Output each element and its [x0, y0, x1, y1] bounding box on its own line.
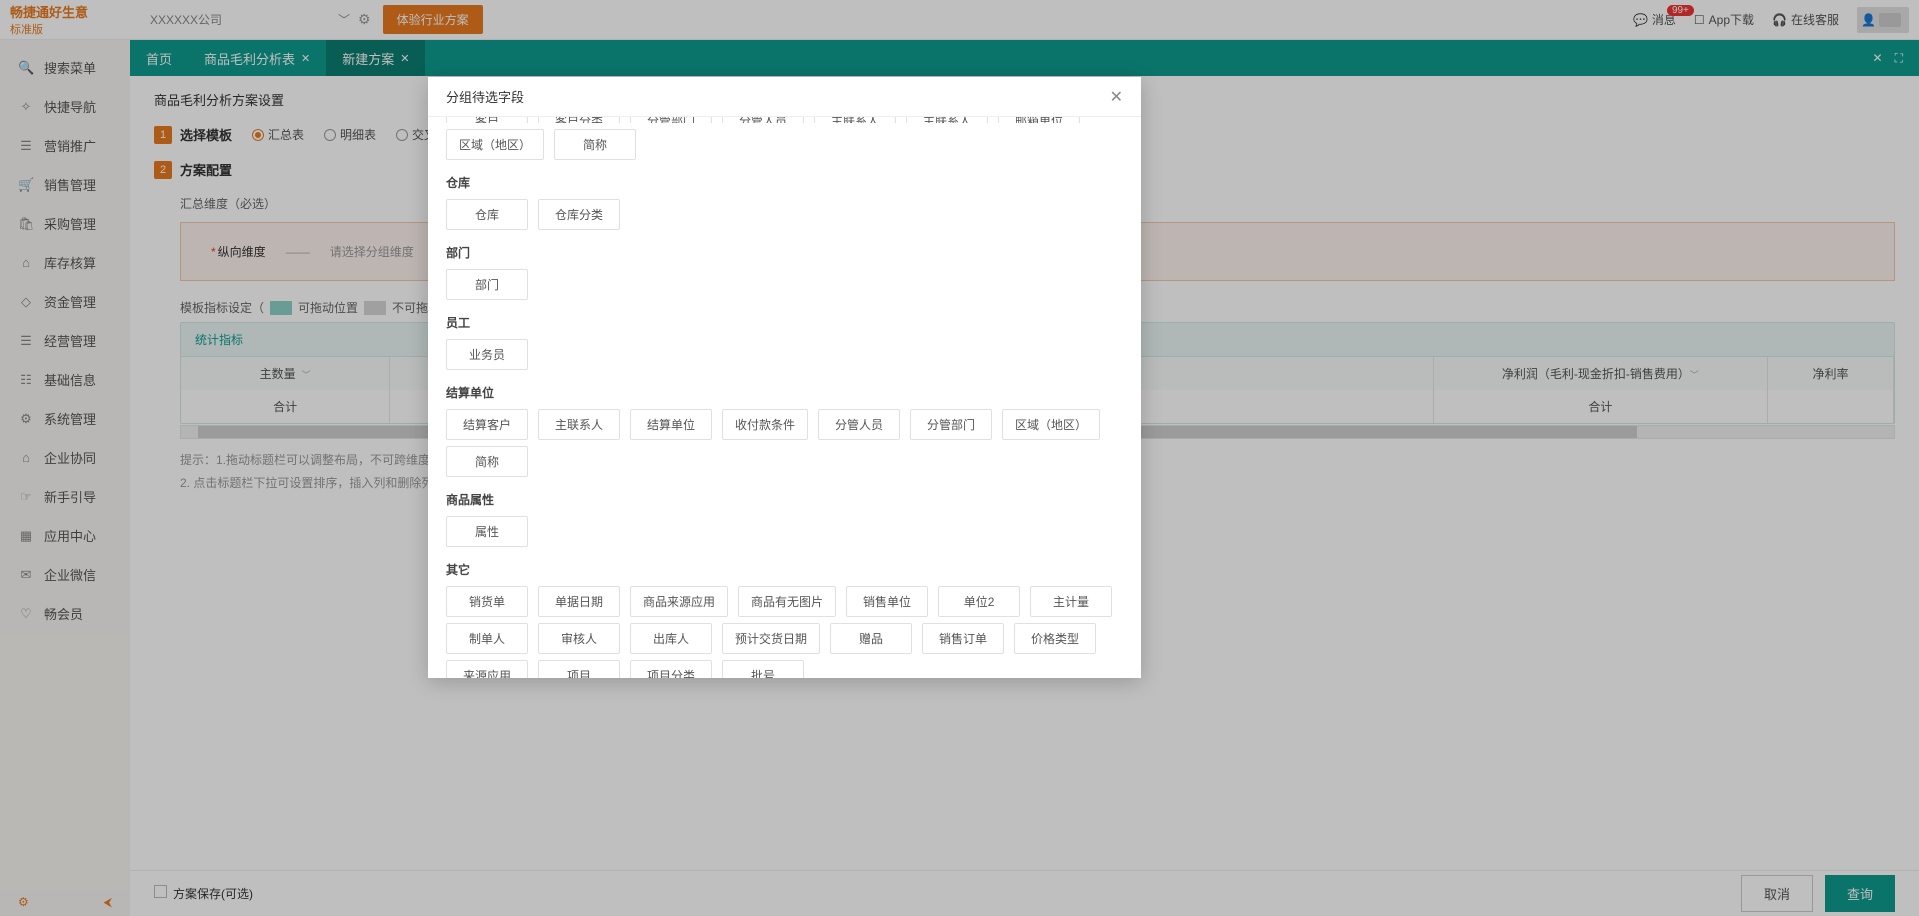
field-option[interactable]: 分管人员: [818, 409, 900, 440]
field-option[interactable]: 制单人: [446, 623, 528, 654]
field-option[interactable]: 属性: [446, 516, 528, 547]
field-option[interactable]: 简称: [446, 446, 528, 477]
field-option[interactable]: 项目: [538, 660, 620, 678]
field-option[interactable]: 收付款条件: [722, 409, 808, 440]
field-group-title: 商品属性: [446, 491, 1123, 508]
field-option[interactable]: 商品有无图片: [738, 586, 836, 617]
field-option[interactable]: 单位2: [938, 586, 1020, 617]
field-option[interactable]: 项目分类: [630, 660, 712, 678]
field-option[interactable]: 结算客户: [446, 409, 528, 440]
field-option[interactable]: 邮箱单位: [998, 117, 1080, 123]
field-option[interactable]: 销售订单: [922, 623, 1004, 654]
field-option[interactable]: 简称: [554, 129, 636, 160]
field-group-title: 仓库: [446, 174, 1123, 191]
field-option[interactable]: 主联系人: [538, 409, 620, 440]
field-option[interactable]: 价格类型: [1014, 623, 1096, 654]
field-option[interactable]: 分管部门: [630, 117, 712, 123]
field-option[interactable]: 批号: [722, 660, 804, 678]
field-option[interactable]: 部门: [446, 269, 528, 300]
field-option[interactable]: 仓库分类: [538, 199, 620, 230]
close-icon[interactable]: ✕: [1110, 87, 1123, 107]
field-option[interactable]: 来源应用: [446, 660, 528, 678]
modal-body[interactable]: 客户客户分类分管部门分管人员主联系人主联系人邮箱单位区域（地区）简称仓库仓库仓库…: [428, 117, 1141, 678]
field-option[interactable]: 出库人: [630, 623, 712, 654]
field-option[interactable]: 业务员: [446, 339, 528, 370]
field-option[interactable]: 赠品: [830, 623, 912, 654]
field-group-title: 部门: [446, 244, 1123, 261]
field-group-title: 结算单位: [446, 384, 1123, 401]
field-option[interactable]: 审核人: [538, 623, 620, 654]
field-group-title: 员工: [446, 314, 1123, 331]
field-option[interactable]: 商品来源应用: [630, 586, 728, 617]
field-option[interactable]: 结算单位: [630, 409, 712, 440]
field-option[interactable]: 销售单位: [846, 586, 928, 617]
field-option[interactable]: 客户分类: [538, 117, 620, 123]
field-option[interactable]: 客户: [446, 117, 528, 123]
field-option[interactable]: 主计量: [1030, 586, 1112, 617]
field-option[interactable]: 分管部门: [910, 409, 992, 440]
field-option[interactable]: 区域（地区）: [446, 129, 544, 160]
field-option[interactable]: 分管人员: [722, 117, 804, 123]
field-group-title: 其它: [446, 561, 1123, 578]
field-option[interactable]: 单据日期: [538, 586, 620, 617]
field-option[interactable]: 主联系人: [906, 117, 988, 123]
field-option[interactable]: 主联系人: [814, 117, 896, 123]
field-picker-modal: 分组待选字段 ✕ 客户客户分类分管部门分管人员主联系人主联系人邮箱单位区域（地区…: [428, 77, 1141, 678]
field-option[interactable]: 区域（地区）: [1002, 409, 1100, 440]
field-option[interactable]: 销货单: [446, 586, 528, 617]
field-option[interactable]: 预计交货日期: [722, 623, 820, 654]
field-option[interactable]: 仓库: [446, 199, 528, 230]
